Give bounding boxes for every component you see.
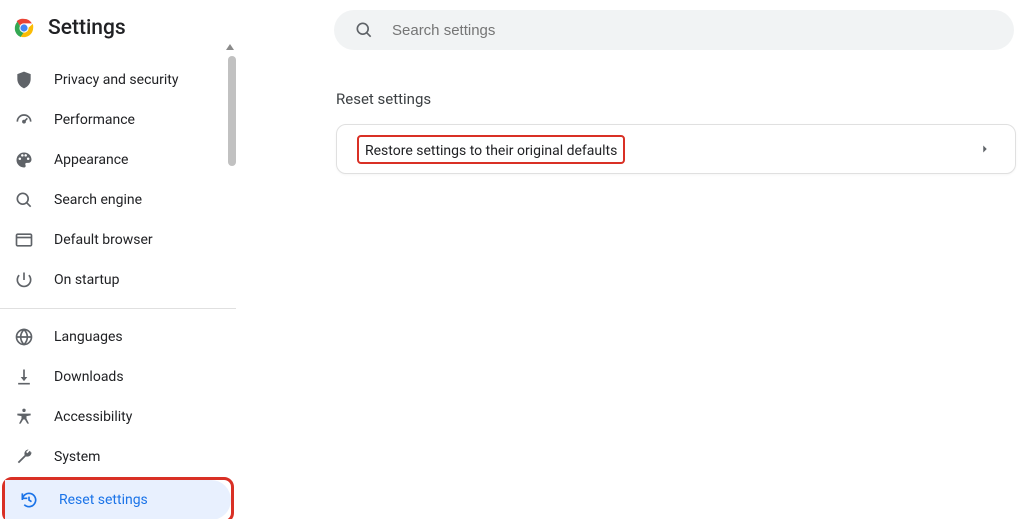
restore-defaults-row[interactable]: Restore settings to their original defau… [337,125,1015,173]
sidebar-item-performance[interactable]: Performance [0,100,236,140]
sidebar-item-label: Downloads [54,369,124,385]
accessibility-icon [14,407,34,427]
sidebar-item-accessibility[interactable]: Accessibility [0,397,236,437]
speedometer-icon [14,110,34,130]
shield-icon [14,70,34,90]
sidebar-item-default-browser[interactable]: Default browser [0,220,236,260]
sidebar-item-search-engine[interactable]: Search engine [0,180,236,220]
page-title: Settings [48,16,126,40]
wrench-icon [14,447,34,467]
browser-window-icon [14,230,34,250]
main-content: Reset settings Restore settings to their… [236,0,1024,519]
power-icon [14,270,34,290]
palette-icon [14,150,34,170]
reset-settings-card: Restore settings to their original defau… [336,124,1016,174]
sidebar-item-languages[interactable]: Languages [0,317,236,357]
search-input[interactable] [392,22,994,39]
sidebar-item-label: On startup [54,272,120,288]
sidebar-item-label: Performance [54,112,135,128]
search-icon [354,20,374,40]
chevron-right-icon [975,139,995,159]
sidebar-item-on-startup[interactable]: On startup [0,260,236,300]
sidebar-scrollbar[interactable] [228,56,236,166]
scrollbar-up-arrow-icon[interactable] [226,44,234,50]
sidebar-item-label: Reset settings [59,492,148,508]
history-reset-icon [19,490,39,510]
annotation-highlight-restore: Restore settings to their original defau… [357,135,625,164]
sidebar-divider [0,308,236,309]
section-title: Reset settings [336,90,1016,108]
sidebar-item-reset-settings[interactable]: Reset settings [5,480,231,519]
sidebar-item-label: Default browser [54,232,153,248]
sidebar-header: Settings [0,0,236,58]
sidebar-item-label: Search engine [54,192,142,208]
sidebar-item-downloads[interactable]: Downloads [0,357,236,397]
search-settings[interactable] [334,10,1014,50]
annotation-highlight-reset: Reset settings [2,477,234,519]
sidebar-item-label: Privacy and security [54,72,178,88]
sidebar-nav: Privacy and security Performance Appeara… [0,58,236,519]
chrome-logo-icon [14,18,34,38]
sidebar-item-system[interactable]: System [0,437,236,477]
sidebar-item-label: Appearance [54,152,128,168]
globe-icon [14,327,34,347]
sidebar-item-privacy[interactable]: Privacy and security [0,60,236,100]
search-icon [14,190,34,210]
sidebar: Settings Privacy and security Performanc… [0,0,236,519]
sidebar-item-appearance[interactable]: Appearance [0,140,236,180]
sidebar-item-label: Accessibility [54,409,132,425]
restore-defaults-label: Restore settings to their original defau… [365,143,617,159]
sidebar-item-label: Languages [54,329,123,345]
sidebar-item-label: System [54,449,100,465]
download-icon [14,367,34,387]
